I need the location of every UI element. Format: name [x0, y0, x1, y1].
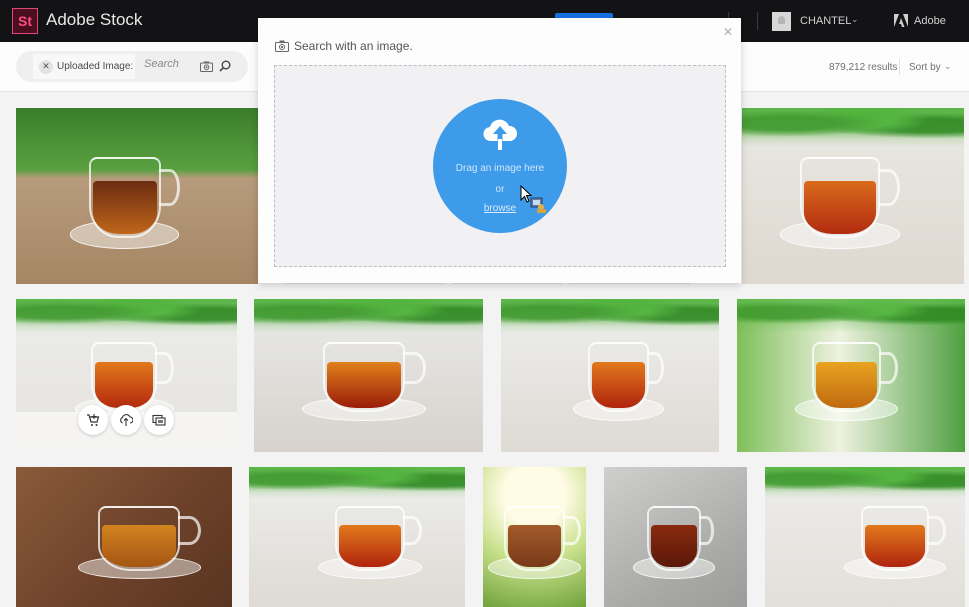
find-similar-button[interactable] [144, 405, 174, 435]
tea-liquid [803, 180, 876, 235]
cup-handle [927, 515, 947, 545]
image-tile[interactable] [737, 299, 965, 452]
leaves-decoration [254, 299, 483, 333]
leaves-decoration [765, 467, 965, 498]
tea-cup [88, 157, 162, 239]
cloud-download-icon [120, 414, 133, 426]
adobe-link[interactable]: Adobe [914, 15, 946, 27]
chevron-down-icon[interactable]: ⌄ [851, 14, 859, 25]
uploaded-image-chip: ✕ Uploaded Image: [33, 54, 135, 79]
cup-handle [178, 515, 202, 545]
similar-images-icon [152, 414, 166, 426]
avatar[interactable] [772, 12, 791, 31]
cup-handle [877, 169, 900, 206]
image-drop-zone[interactable]: Drag an image here or browse [274, 65, 726, 267]
close-icon[interactable]: ✕ [723, 25, 733, 39]
search-icon[interactable] [219, 60, 231, 72]
image-tile[interactable] [604, 467, 747, 607]
leaves-decoration [501, 299, 719, 333]
user-menu[interactable]: CHANTEL [800, 15, 851, 27]
tea-cup [98, 506, 181, 571]
leaves-decoration [249, 467, 465, 498]
tea-liquid [592, 362, 646, 409]
tea-cup [91, 341, 158, 413]
tea-liquid [95, 362, 154, 409]
leaves-decoration [16, 299, 237, 333]
cloud-upload-icon [483, 119, 518, 150]
sort-by-dropdown[interactable]: Sort by [909, 62, 941, 73]
leaves-decoration [742, 108, 964, 147]
camera-icon [275, 40, 289, 52]
brand-name[interactable]: Adobe Stock [46, 10, 142, 30]
tea-liquid [102, 525, 177, 567]
divider [899, 59, 900, 75]
tea-cup [335, 506, 405, 571]
tea-cup [861, 506, 929, 571]
image-tile[interactable] [742, 108, 964, 284]
adobe-logo-icon [894, 14, 908, 27]
camera-icon[interactable] [200, 61, 213, 72]
image-tile[interactable] [249, 467, 465, 607]
tea-liquid [339, 525, 401, 567]
tea-liquid [92, 180, 158, 235]
image-tile[interactable] [765, 467, 965, 607]
tea-cup [812, 341, 881, 413]
tea-cup [646, 506, 702, 571]
tea-liquid [507, 525, 562, 567]
add-to-cart-button[interactable] [78, 405, 108, 435]
image-tile[interactable] [501, 299, 719, 452]
dialog-title: Search with an image. [294, 39, 413, 53]
license-download-button[interactable] [111, 405, 141, 435]
leaves-decoration [737, 299, 965, 333]
image-tile[interactable] [254, 299, 483, 452]
results-count: 879,212 results [829, 62, 898, 73]
tea-liquid [650, 525, 698, 567]
tea-liquid [326, 362, 402, 409]
image-tile[interactable] [16, 108, 258, 284]
chip-label: Uploaded Image: [57, 61, 134, 72]
tea-liquid [816, 362, 877, 409]
cup-handle [159, 169, 180, 206]
cup-handle [563, 515, 581, 545]
remove-chip-icon[interactable]: ✕ [39, 59, 53, 74]
search-by-image-dialog: ✕ Search with an image. Drag an image he… [258, 18, 741, 283]
tea-cup [322, 341, 406, 413]
chevron-down-icon[interactable]: ⌄ [944, 61, 952, 72]
search-input[interactable] [144, 58, 194, 70]
tea-cup [503, 506, 566, 571]
tea-cup [588, 341, 650, 413]
cart-icon [87, 414, 100, 426]
cup-handle [402, 515, 422, 545]
search-box: ✕ Uploaded Image: [16, 51, 248, 82]
tea-liquid [865, 525, 925, 567]
drag-instruction: Drag an image here [455, 163, 545, 174]
image-tile[interactable] [16, 467, 232, 607]
cup-handle [878, 352, 898, 385]
adobe-stock-logo[interactable]: St [12, 8, 38, 34]
tea-cup [799, 157, 880, 239]
image-tile[interactable] [483, 467, 586, 607]
drag-cursor-icon [520, 185, 546, 213]
cup-handle [155, 352, 174, 385]
nav-divider [757, 12, 758, 30]
